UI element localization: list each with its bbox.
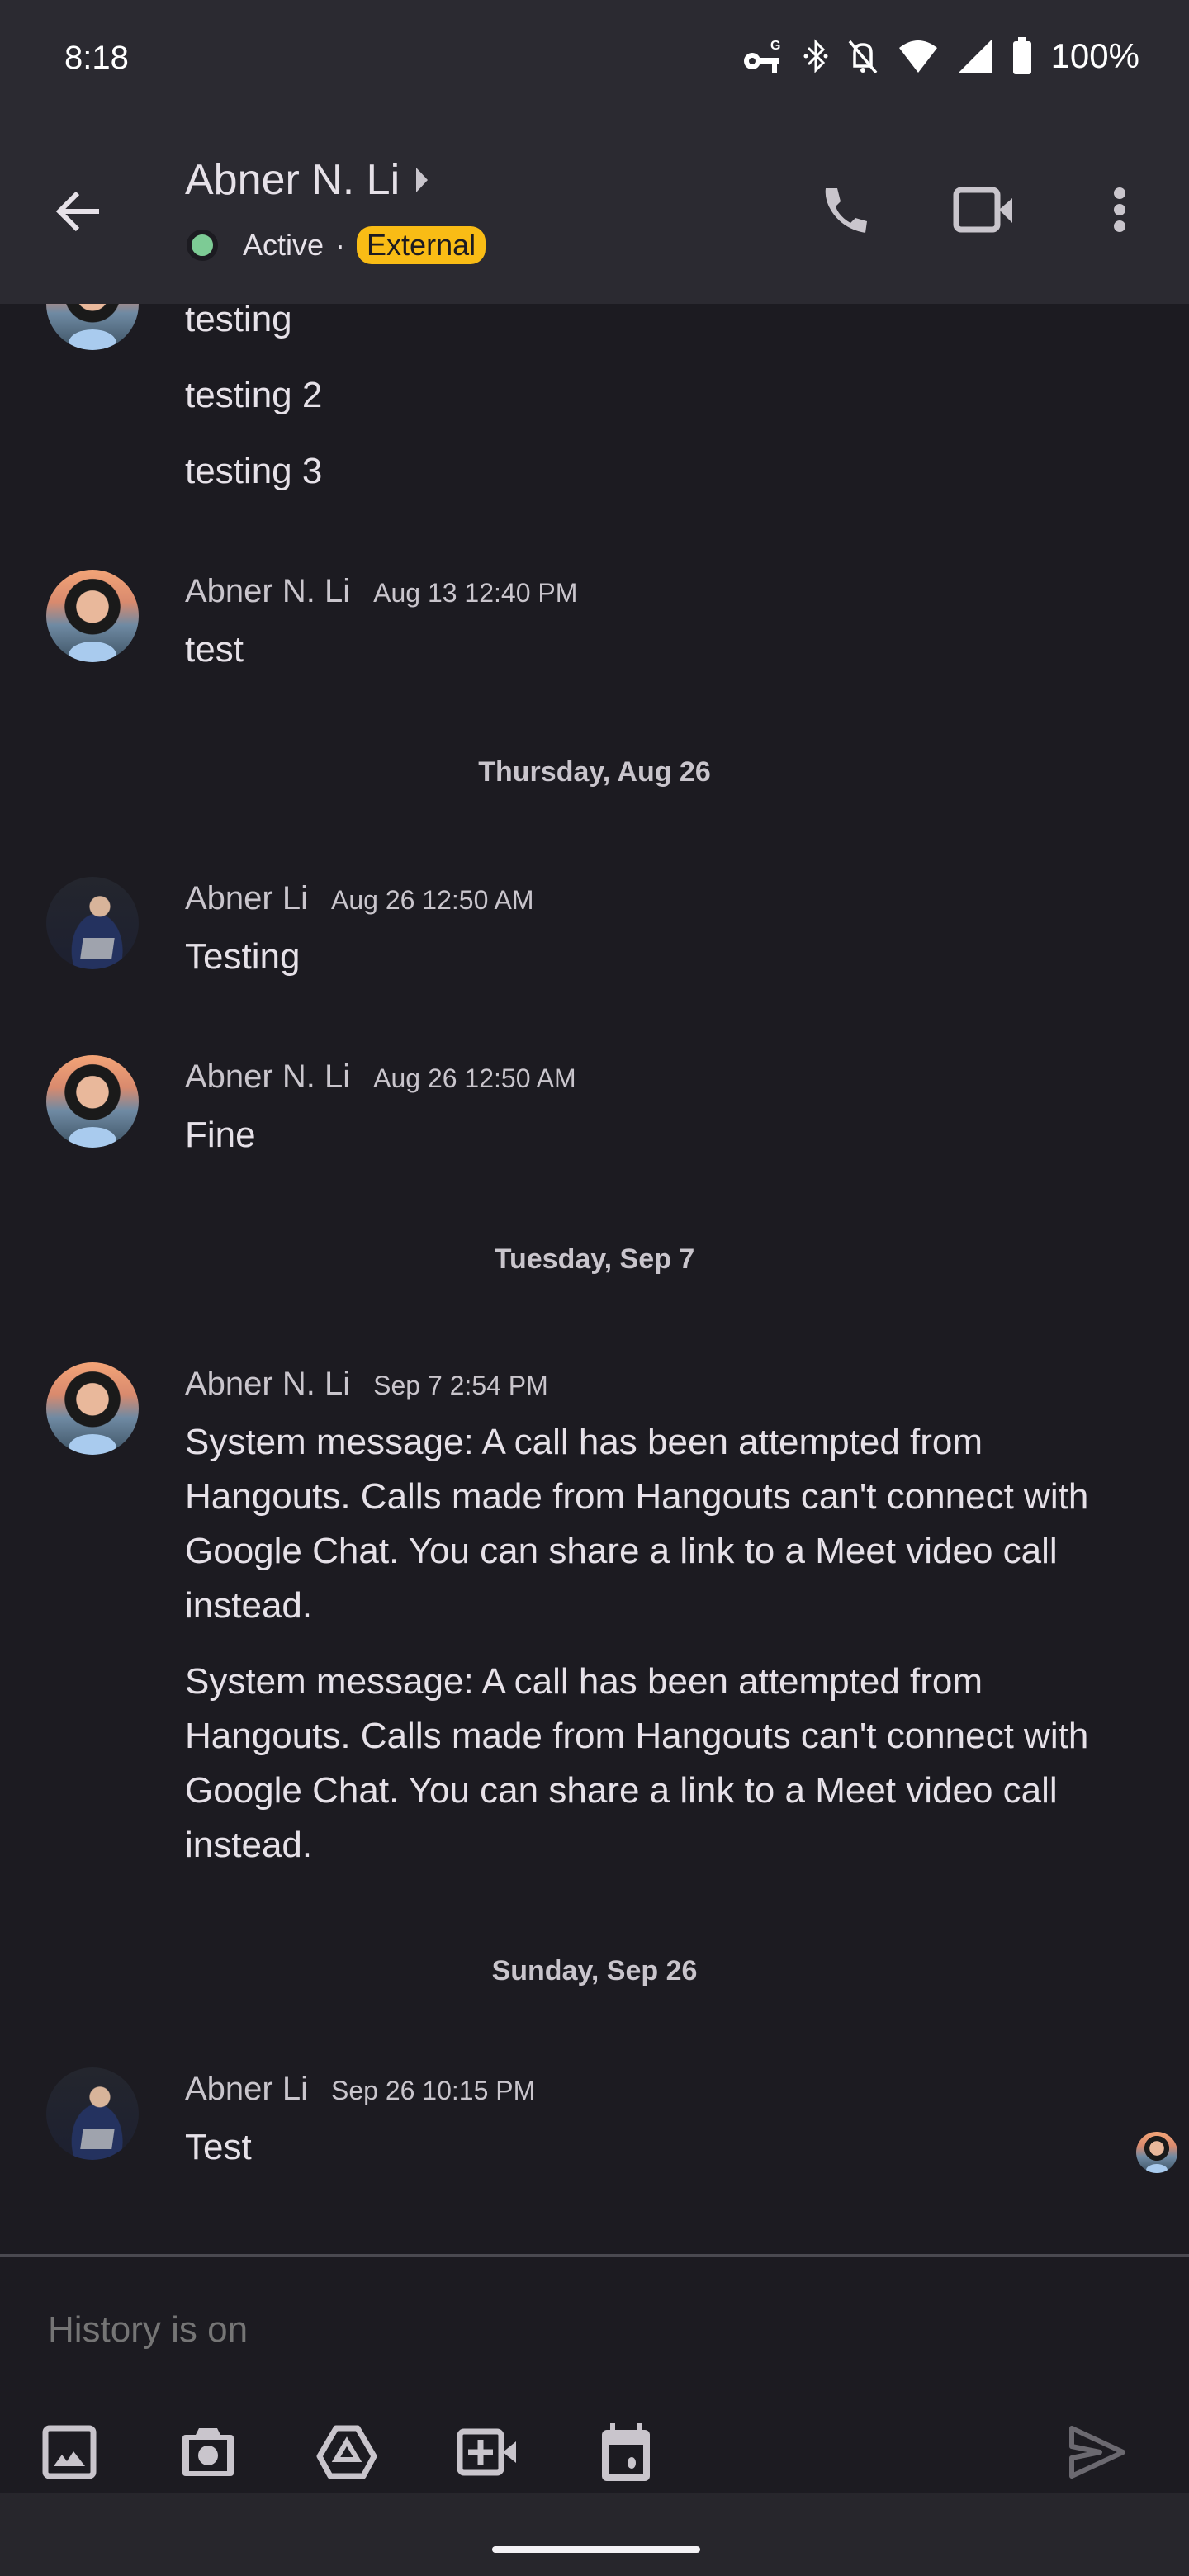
message-time: Aug 26 12:50 AM	[373, 1063, 576, 1093]
add-video-meeting-button[interactable]	[454, 2419, 520, 2485]
contact-name-button[interactable]: Abner N. Li	[185, 155, 429, 205]
avatar[interactable]	[46, 304, 139, 350]
date-divider: Thursday, Aug 26	[478, 756, 711, 788]
image-icon	[42, 2425, 97, 2479]
video-call-button[interactable]	[951, 177, 1017, 243]
svg-text:G: G	[770, 39, 780, 53]
avatar[interactable]	[46, 570, 139, 662]
message-list[interactable]: testing testing 2 testing 3 Abner N. Li …	[0, 304, 1189, 2254]
date-divider: Sunday, Sep 26	[491, 1955, 698, 1986]
video-call-add-icon	[457, 2428, 516, 2476]
message-text[interactable]: Testing	[185, 930, 1126, 984]
message-text[interactable]: Test	[185, 2120, 1126, 2175]
calendar-icon	[602, 2423, 650, 2481]
message-text[interactable]: testing 2	[185, 368, 1126, 423]
status-time: 8:18	[64, 40, 129, 76]
sender-name[interactable]: Abner N. Li	[185, 573, 350, 610]
presence-dot	[187, 230, 218, 261]
message-time: Aug 13 12:40 PM	[373, 578, 578, 608]
voice-call-button[interactable]	[814, 177, 880, 243]
wifi-icon	[898, 38, 939, 74]
battery-percent: 100%	[1050, 36, 1139, 75]
avatar[interactable]	[46, 2067, 139, 2160]
more-vert-icon	[1114, 187, 1125, 232]
camera-icon	[182, 2428, 234, 2476]
send-button[interactable]	[1063, 2419, 1130, 2485]
camera-button[interactable]	[175, 2419, 241, 2485]
schedule-event-button[interactable]	[593, 2419, 659, 2485]
message-text[interactable]: testing	[185, 304, 1126, 347]
vpn-key-icon: G	[742, 38, 785, 74]
avatar[interactable]	[46, 1362, 139, 1455]
read-receipt-avatar	[1136, 2132, 1177, 2173]
notifications-off-icon	[846, 38, 879, 74]
date-divider: Tuesday, Sep 7	[494, 1243, 695, 1275]
conversation-header: Abner N. Li Active · External	[0, 124, 1189, 304]
message-meta: Abner N. Li Sep 7 2:54 PM	[185, 1366, 548, 1403]
signal-icon	[957, 38, 993, 74]
message-text[interactable]: test	[185, 623, 1126, 677]
message-text[interactable]: System message: A call has been attempte…	[185, 1655, 1126, 1873]
external-badge: External	[357, 226, 486, 264]
battery-icon	[1011, 37, 1033, 75]
status-icons: G 100%	[742, 36, 1139, 76]
system-navigation-bar	[0, 2493, 1189, 2576]
presence-status: Active	[243, 228, 324, 262]
avatar[interactable]	[46, 877, 139, 969]
message-meta: Abner Li Aug 26 12:50 AM	[185, 880, 534, 917]
message-meta: Abner Li Sep 26 10:15 PM	[185, 2071, 535, 2108]
bluetooth-icon	[803, 38, 828, 74]
message-input[interactable]	[46, 2308, 1123, 2351]
videocam-icon	[953, 187, 1012, 233]
message-time: Aug 26 12:50 AM	[330, 885, 534, 915]
insert-image-button[interactable]	[36, 2419, 102, 2485]
google-drive-button[interactable]	[314, 2419, 380, 2485]
presence-row: Active · External	[187, 226, 486, 264]
message-text[interactable]: Fine	[185, 1108, 1126, 1163]
message-meta: Abner N. Li Aug 13 12:40 PM	[185, 573, 577, 610]
composer-divider	[0, 2254, 1189, 2257]
back-button[interactable]	[50, 182, 109, 241]
sender-name[interactable]: Abner N. Li	[185, 1366, 350, 1403]
contact-name: Abner N. Li	[185, 156, 400, 204]
composer-toolbar	[0, 2411, 1189, 2493]
arrow-back-icon	[55, 191, 99, 232]
sender-name[interactable]: Abner Li	[185, 880, 308, 917]
caret-right-icon	[416, 168, 429, 192]
drive-icon	[316, 2425, 377, 2479]
more-options-button[interactable]	[1092, 177, 1158, 243]
avatar[interactable]	[46, 1055, 139, 1148]
home-gesture-handle[interactable]	[492, 2546, 700, 2553]
message-time: Sep 26 10:15 PM	[330, 2076, 536, 2105]
presence-separator: ·	[335, 228, 346, 262]
message-time: Sep 7 2:54 PM	[373, 1371, 548, 1400]
message-meta: Abner N. Li Aug 26 12:50 AM	[185, 1058, 576, 1096]
sender-name[interactable]: Abner N. Li	[185, 1058, 350, 1096]
message-text[interactable]: System message: A call has been attempte…	[185, 1415, 1126, 1633]
sender-name[interactable]: Abner Li	[185, 2071, 308, 2108]
status-bar: 8:18 G 100%	[0, 0, 1189, 124]
send-icon	[1069, 2426, 1125, 2479]
phone-icon	[825, 188, 867, 233]
message-text[interactable]: testing 3	[185, 444, 1126, 499]
